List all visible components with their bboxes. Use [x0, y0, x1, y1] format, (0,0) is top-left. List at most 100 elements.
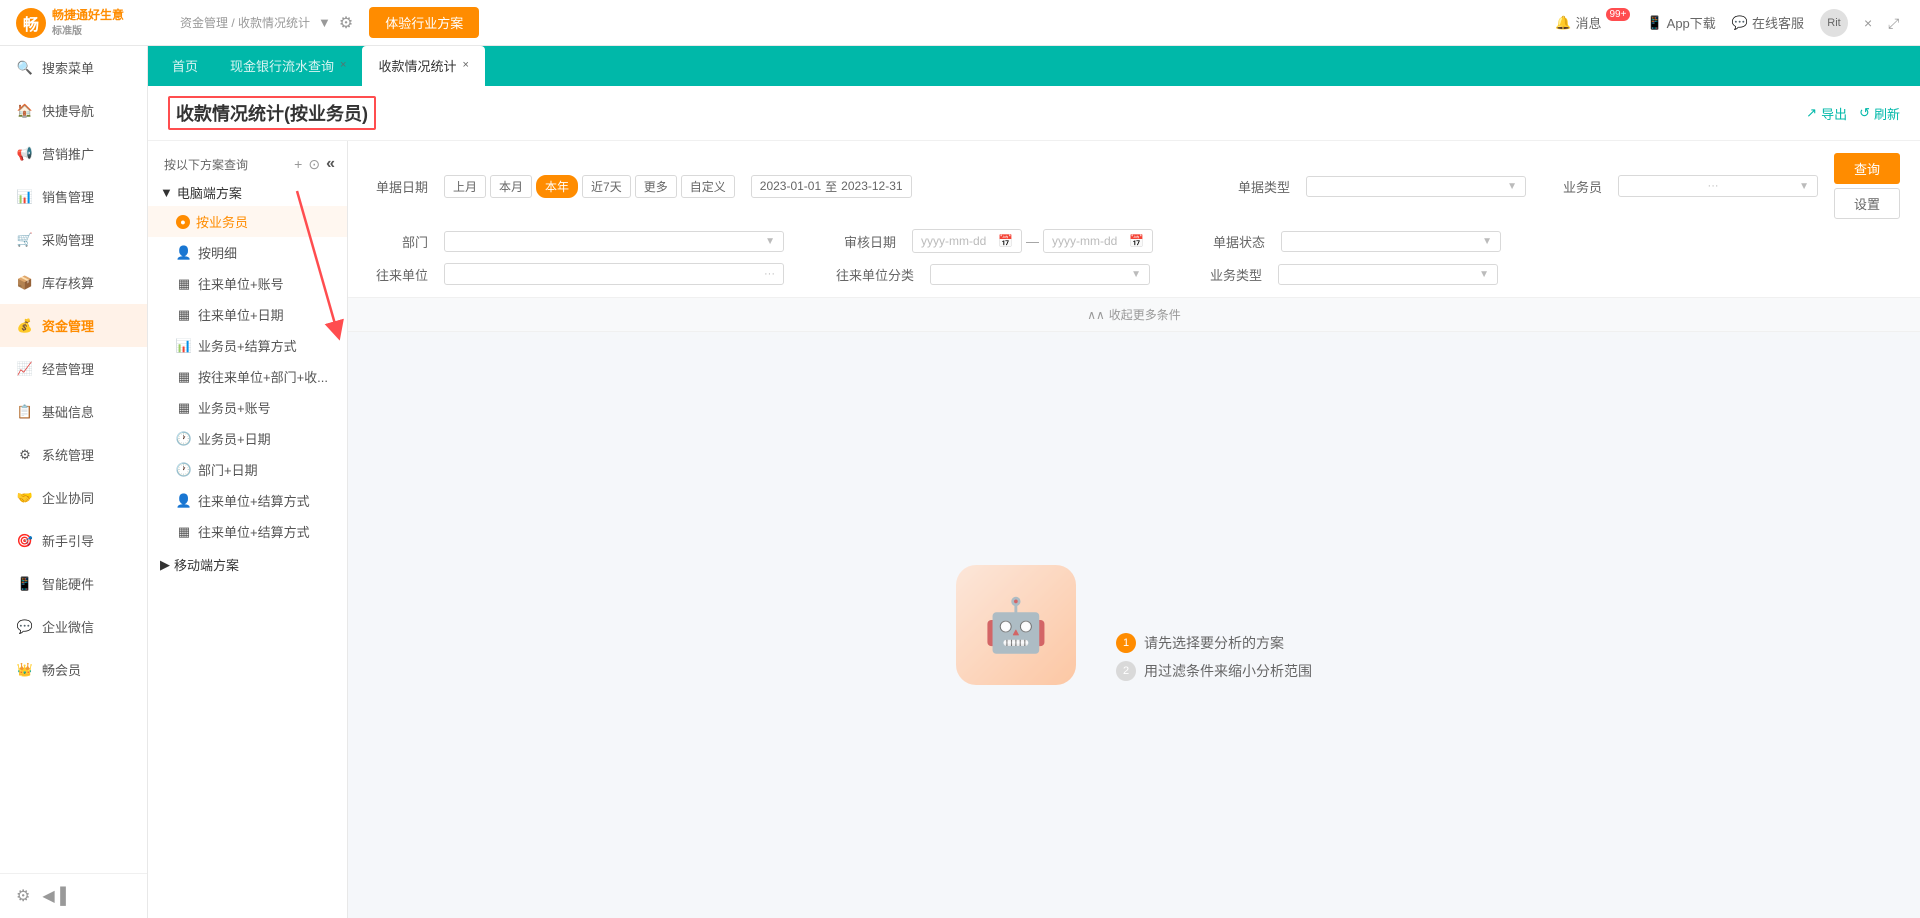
scheme-label-salesman-settle: 业务员+结算方式 [198, 336, 297, 355]
scheme-item-by-salesman[interactable]: ● 按业务员 [148, 206, 347, 237]
breadcrumb-text: 资金管理 / 收款情况统计 [180, 14, 310, 31]
audit-date-pair: yyyy-mm-dd 📅 — yyyy-mm-dd 📅 [912, 229, 1153, 253]
sidebar-item-quick-nav[interactable]: 🏠 快捷导航 [0, 89, 147, 132]
scheme-label-partner-date: 往来单位+日期 [198, 305, 284, 324]
calendar-icon-1: 📅 [998, 234, 1013, 248]
scheme-item-partner-date[interactable]: ▦ 往来单位+日期 [148, 299, 347, 330]
biz-type-chevron: ▼ [1479, 269, 1489, 280]
sidebar-item-enterprise[interactable]: 🤝 企业协同 [0, 476, 147, 519]
scheme-item-salesman-settle[interactable]: 📊 业务员+结算方式 [148, 330, 347, 361]
table-icon-2: ▦ [176, 307, 192, 323]
hint-step-2: 2 用过滤条件来缩小分析范围 [1116, 657, 1312, 685]
sidebar-item-marketing[interactable]: 📢 营销推广 [0, 132, 147, 175]
date-btn-custom[interactable]: 自定义 [681, 175, 735, 198]
desktop-section-title[interactable]: ▼ 电脑端方案 [148, 179, 347, 206]
scheme-item-salesman-account[interactable]: ▦ 业务员+账号 [148, 392, 347, 423]
sidebar-settings-btn[interactable]: ⚙ [16, 886, 30, 906]
sidebar-item-hardware[interactable]: 📱 智能硬件 [0, 562, 147, 605]
scheme-label-partner-settle1: 往来单位+结算方式 [198, 491, 310, 510]
biz-type-select[interactable]: ▼ [1278, 264, 1498, 285]
scheme-item-partner-account[interactable]: ▦ 往来单位+账号 [148, 268, 347, 299]
audit-date-from-placeholder: yyyy-mm-dd [921, 234, 986, 248]
tab-collection[interactable]: 收款情况统计 × [362, 46, 484, 86]
table-icon-3: ▦ [176, 369, 192, 385]
add-scheme-btn[interactable]: + [294, 156, 302, 172]
date-btn-7days[interactable]: 近7天 [582, 175, 631, 198]
panel-collapse-btn[interactable]: « [326, 155, 335, 173]
sidebar-item-sales[interactable]: 📊 销售管理 [0, 175, 147, 218]
collapse-bar[interactable]: ∧∧ 收起更多条件 [348, 298, 1920, 332]
salesman-select[interactable]: ··· ▼ [1618, 175, 1818, 197]
salesman-more-btn[interactable]: ··· [1708, 180, 1719, 192]
sidebar-item-guide[interactable]: 🎯 新手引导 [0, 519, 147, 562]
bell-icon: 🔔 [1555, 15, 1571, 31]
table-icon-1: ▦ [176, 276, 192, 292]
sidebar-item-system[interactable]: ⚙ 系统管理 [0, 433, 147, 476]
filter-row-1: 单据日期 上月 本月 本年 近7天 更多 自定义 2023-01-01 至 [368, 153, 1900, 219]
refresh-icon: ↺ [1859, 105, 1870, 121]
date-btn-last-month[interactable]: 上月 [444, 175, 486, 198]
scheme-item-partner-settle1[interactable]: 👤 往来单位+结算方式 [148, 485, 347, 516]
trial-btn[interactable]: 体验行业方案 [369, 7, 479, 38]
inventory-icon: 📦 [16, 274, 34, 292]
dropdown-icon[interactable]: ▼ [318, 15, 331, 30]
service-icon: 💬 [1732, 15, 1748, 31]
tab-collection-close[interactable]: × [462, 59, 468, 71]
scheme-item-by-detail[interactable]: 👤 按明细 [148, 237, 347, 268]
label-dept: 部门 [368, 232, 428, 251]
date-btn-this-month[interactable]: 本月 [490, 175, 532, 198]
sidebar-item-operation[interactable]: 📈 经营管理 [0, 347, 147, 390]
scheme-item-salesman-date[interactable]: 🕐 业务员+日期 [148, 423, 347, 454]
online-service-btn[interactable]: 💬 在线客服 [1732, 13, 1804, 32]
set-btn[interactable]: 设置 [1834, 188, 1900, 219]
dept-select[interactable]: ▼ [444, 231, 784, 252]
win-max-btn[interactable]: ⤢ [1888, 15, 1904, 31]
date-from-value: 2023-01-01 [760, 179, 821, 193]
people-icon: 👤 [176, 245, 192, 261]
app-download-btn[interactable]: 📱 App下载 [1646, 13, 1715, 32]
scheme-item-partner-dept[interactable]: ▦ 按往来单位+部门+收... [148, 361, 347, 392]
sidebar-item-basic[interactable]: 📋 基础信息 [0, 390, 147, 433]
messages-btn[interactable]: 🔔 消息 99+ [1555, 13, 1630, 32]
scheme-item-dept-date[interactable]: 🕐 部门+日期 [148, 454, 347, 485]
sidebar-label-search: 搜索菜单 [42, 58, 94, 77]
sidebar-item-purchase[interactable]: 🛒 采购管理 [0, 218, 147, 261]
basic-icon: 📋 [16, 403, 34, 421]
sidebar-item-capital[interactable]: 💰 资金管理 [0, 304, 147, 347]
tab-bank[interactable]: 现金银行流水查询 × [214, 46, 362, 86]
sidebar-collapse-btn[interactable]: ◀▐ [42, 886, 66, 906]
audit-date-from[interactable]: yyyy-mm-dd 📅 [912, 229, 1022, 253]
settings-icon[interactable]: ⚙ [339, 13, 353, 33]
hint-1-text: 请先选择要分析的方案 [1144, 629, 1284, 657]
partner-more-icon[interactable]: ··· [764, 268, 775, 280]
date-btn-more[interactable]: 更多 [635, 175, 677, 198]
audit-date-to[interactable]: yyyy-mm-dd 📅 [1043, 229, 1153, 253]
sidebar-item-search[interactable]: 🔍 搜索菜单 [0, 46, 147, 89]
sidebar-item-wechat[interactable]: 💬 企业微信 [0, 605, 147, 648]
header-right: 🔔 消息 99+ 📱 App下载 💬 在线客服 Rit [1555, 9, 1848, 37]
date-btn-this-year[interactable]: 本年 [536, 175, 578, 198]
sidebar-label-inventory: 库存核算 [42, 273, 94, 292]
user-avatar[interactable]: Rit [1820, 9, 1848, 37]
partner-class-select[interactable]: ▼ [930, 264, 1150, 285]
doc-status-select[interactable]: ▼ [1281, 231, 1501, 252]
partner-input[interactable]: ··· [444, 263, 784, 285]
tab-home[interactable]: 首页 [156, 46, 214, 86]
step-1-num: 1 [1116, 633, 1136, 653]
logo-area: 畅 畅捷通好生意 标准版 [16, 8, 164, 38]
refresh-btn[interactable]: ↺ 刷新 [1859, 104, 1900, 123]
sidebar-label-quick-nav: 快捷导航 [42, 101, 94, 120]
query-btn[interactable]: 查询 [1834, 153, 1900, 184]
panel-header-actions: + ⊙ « [294, 155, 335, 173]
tab-bank-close[interactable]: × [340, 59, 346, 71]
scheme-item-partner-settle2[interactable]: ▦ 往来单位+结算方式 [148, 516, 347, 547]
scheme-label-dept-date: 部门+日期 [198, 460, 258, 479]
doc-type-select[interactable]: ▼ [1306, 176, 1526, 197]
sidebar-item-member[interactable]: 👑 畅会员 [0, 648, 147, 691]
mobile-section-title[interactable]: ▶ 移动端方案 [148, 551, 347, 578]
scheme-settings-btn[interactable]: ⊙ [308, 156, 320, 173]
win-close-btn[interactable]: × [1864, 15, 1880, 31]
export-btn[interactable]: ↗ 导出 [1806, 104, 1847, 123]
sidebar-item-inventory[interactable]: 📦 库存核算 [0, 261, 147, 304]
marketing-icon: 📢 [16, 145, 34, 163]
